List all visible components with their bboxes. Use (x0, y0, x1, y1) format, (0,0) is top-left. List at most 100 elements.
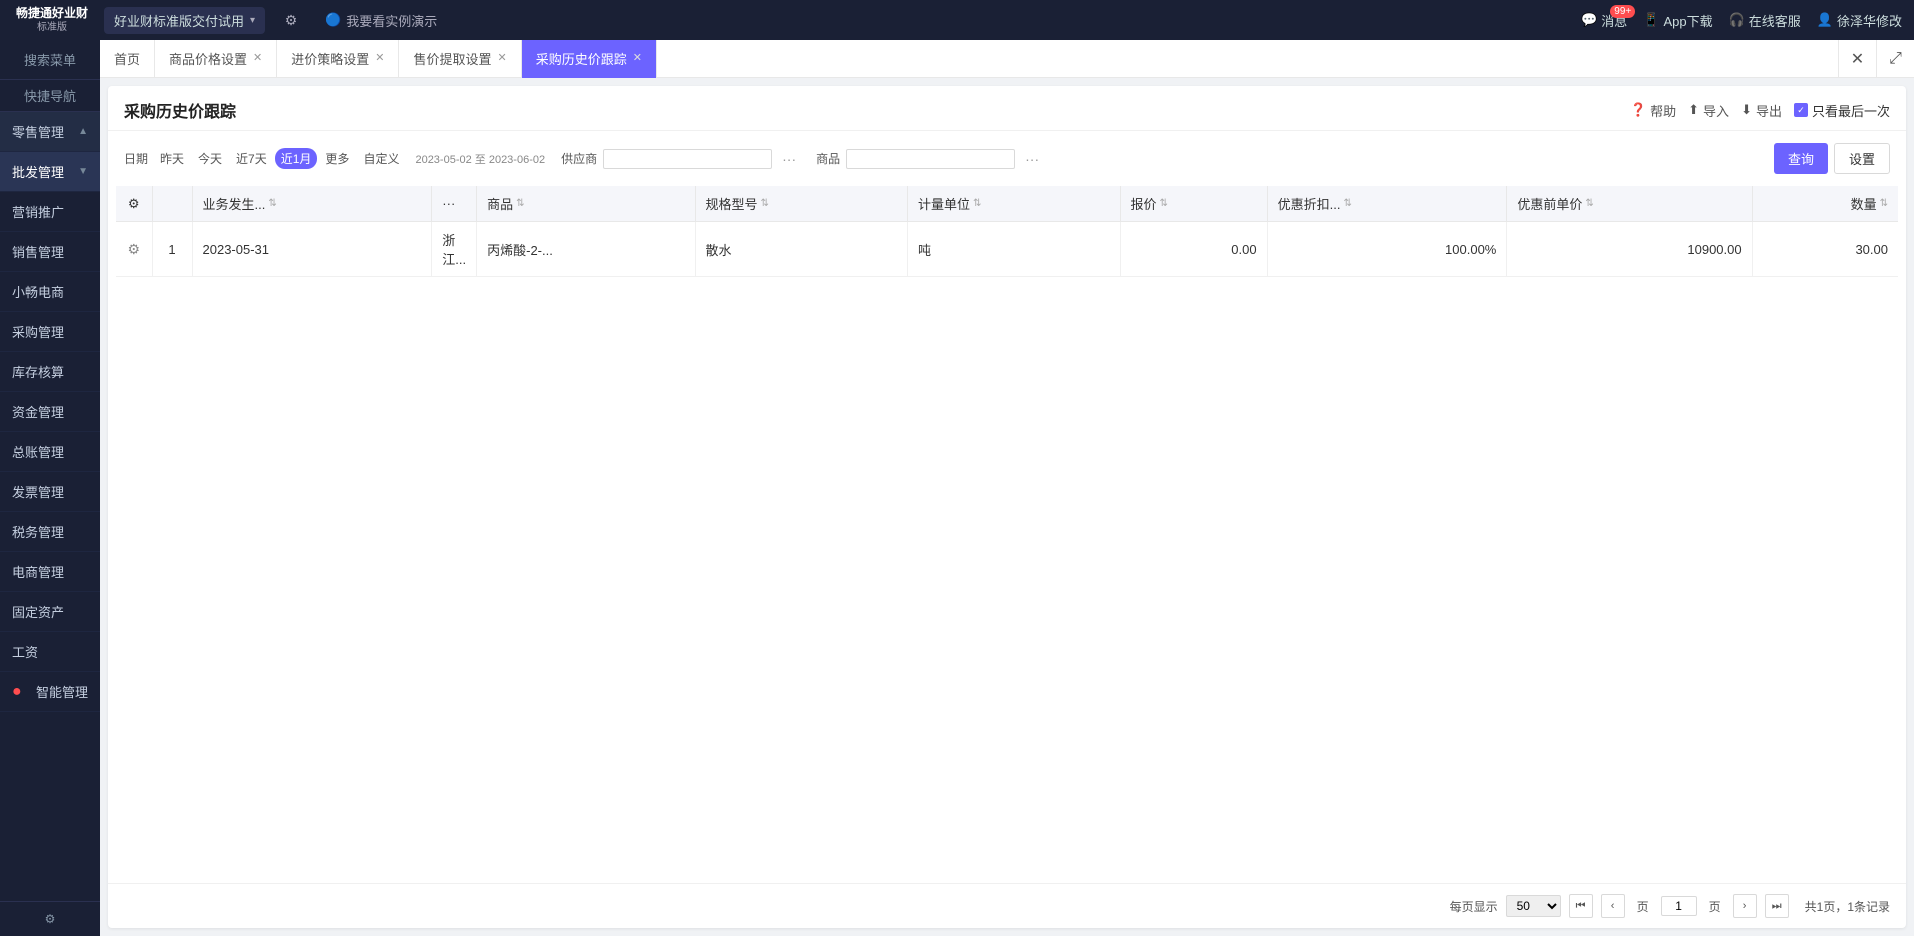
message-badge: 99+ (1610, 5, 1635, 18)
online-service-button[interactable]: 🎧 在线客服 (1729, 11, 1801, 30)
sidebar-item-marketing[interactable]: 营销推广 (0, 192, 100, 232)
tab-close-icon[interactable]: ✕ (498, 53, 507, 64)
page-first-button[interactable]: ⏮ (1569, 894, 1593, 918)
date-opt-last1m[interactable]: 近1月 (275, 148, 318, 169)
sidebar-item-invoice[interactable]: 发票管理 (0, 472, 100, 512)
sidebar-item-label: 库存核算 (12, 362, 64, 381)
col-pre-discount-header[interactable]: 优惠前单价 ⇅ (1507, 186, 1752, 222)
user-button[interactable]: 👤 徐泽华修改 (1817, 11, 1902, 30)
sidebar-item-payroll[interactable]: 工资 (0, 632, 100, 672)
sidebar-item-finance[interactable]: 资金管理 (0, 392, 100, 432)
col-price-header[interactable]: 报价 ⇅ (1120, 186, 1267, 222)
sidebar-item-general-ledger[interactable]: 总账管理 (0, 432, 100, 472)
date-opt-custom[interactable]: 自定义 (357, 148, 405, 169)
sidebar-item-label: 营销推广 (12, 202, 64, 221)
sidebar-quick-nav[interactable]: 快捷导航 (0, 80, 100, 112)
page-number-input[interactable] (1661, 896, 1697, 916)
tab-bar: 首页商品价格设置✕进价策略设置✕售价提取设置✕ 采购历史价跟踪 ✕ ✕ ⤢ (100, 40, 1914, 78)
page-prev-button[interactable]: ‹ (1601, 894, 1625, 918)
checkbox-icon: ✓ (1794, 103, 1808, 117)
sidebar-item-tax[interactable]: 税务管理 (0, 512, 100, 552)
tab-label: 采购历史价跟踪 (536, 49, 627, 68)
row-gear-icon[interactable]: ⚙ (127, 241, 140, 257)
col-discount-pct-header[interactable]: 优惠折扣... ⇅ (1267, 186, 1507, 222)
filter-settings-button[interactable]: 设置 (1834, 143, 1890, 174)
tab-advance-strategy[interactable]: 进价策略设置✕ (277, 40, 399, 78)
supplier-filter-group: 供应商 ··· (561, 149, 800, 169)
tab-home[interactable]: 首页 (100, 40, 155, 78)
page-next-button[interactable]: › (1733, 894, 1757, 918)
gear-settings-icon[interactable]: ⚙ (128, 196, 140, 211)
chevron-down-icon: ▾ (250, 15, 255, 26)
tab-expand-button[interactable]: ⤢ (1876, 40, 1914, 78)
demo-button[interactable]: 🔵 我要看实例演示 (325, 11, 437, 30)
page-title: 采购历史价跟踪 (124, 98, 236, 122)
sidebar-item-smart[interactable]: ●智能管理 (0, 672, 100, 712)
supplier-input[interactable] (610, 152, 765, 166)
import-button[interactable]: ⬆ 导入 (1688, 101, 1729, 120)
main-table: ⚙ 业务发生... ⇅ ··· (116, 186, 1898, 277)
price-sort-icon: ⇅ (1160, 198, 1168, 209)
sidebar-item-ecommerce[interactable]: 电商管理 (0, 552, 100, 592)
message-icon: 💬 (1581, 12, 1597, 28)
sidebar-footer-settings[interactable]: ⚙ (0, 901, 100, 936)
edition-selector[interactable]: 好业财标准版交付试用 ▾ (104, 7, 265, 34)
row-gear[interactable]: ⚙ (116, 222, 152, 277)
col-dots-header[interactable]: ··· (432, 186, 477, 222)
date-opt-today[interactable]: 今天 (192, 148, 228, 169)
sidebar-item-retail[interactable]: 零售管理▲ (0, 112, 100, 152)
sidebar-search[interactable]: 搜索菜单 (0, 40, 100, 80)
supplier-dots-button[interactable]: ··· (778, 151, 800, 167)
goods-dots-button[interactable]: ··· (1021, 151, 1043, 167)
goods-filter-group: 商品 ··· (816, 149, 1043, 169)
date-opt-yesterday[interactable]: 昨天 (154, 148, 190, 169)
unit-sort-icon: ⇅ (973, 198, 981, 209)
table-body: ⚙ 1 2023-05-31 浙江... 丙烯酸-2-... 散水 吨 0.00… (116, 222, 1898, 277)
sidebar-item-sales[interactable]: 销售管理 (0, 232, 100, 272)
date-opt-more[interactable]: 更多 (319, 148, 355, 169)
goods-filter-label: 商品 (816, 150, 840, 167)
tab-close-button[interactable]: ✕ (1838, 40, 1876, 78)
only-last-checkbox[interactable]: ✓ 只看最后一次 (1794, 101, 1890, 120)
sidebar-item-ecommerce-small[interactable]: 小畅电商 (0, 272, 100, 312)
sidebar-item-label: 税务管理 (12, 522, 64, 541)
tab-purchase-history[interactable]: 采购历史价跟踪 ✕ (522, 40, 657, 78)
export-button[interactable]: ⬇ 导出 (1741, 101, 1782, 120)
col-goods-header[interactable]: 商品 ⇅ (477, 186, 695, 222)
online-service-icon: 🎧 (1729, 12, 1745, 28)
sidebar-item-inventory[interactable]: 库存核算 (0, 352, 100, 392)
date-options: 昨天今天近7天近1月更多自定义 (154, 148, 405, 169)
help-button[interactable]: ❓ 帮助 (1630, 101, 1676, 120)
row-goods: 丙烯酸-2-... (477, 222, 695, 277)
date-opt-last7[interactable]: 近7天 (230, 148, 273, 169)
message-button[interactable]: 💬 消息 99+ (1581, 11, 1627, 30)
tab-close-icon[interactable]: ✕ (375, 53, 384, 64)
col-unit-header[interactable]: 计量单位 ⇅ (908, 186, 1121, 222)
page-last-button[interactable]: ⏭ (1765, 894, 1789, 918)
row-date: 2023-05-31 (192, 222, 432, 277)
date-filter-label: 日期 (124, 150, 148, 167)
row-pre-discount-price: 10900.00 (1507, 222, 1752, 277)
app-download-button[interactable]: 📱 App下载 (1643, 11, 1712, 30)
query-button[interactable]: 查询 (1774, 143, 1828, 174)
sidebar-item-purchase[interactable]: 采购管理 (0, 312, 100, 352)
tab-goods-price[interactable]: 商品价格设置✕ (155, 40, 277, 78)
sidebar-item-label: 销售管理 (12, 242, 64, 261)
logo-area: 畅捷通好业财 标准版 (12, 6, 92, 35)
settings-icon-button[interactable]: ⚙ (277, 6, 305, 34)
page-header: 采购历史价跟踪 ❓ 帮助 ⬆ 导入 ⬇ 导出 ✓ (108, 86, 1906, 131)
tab-close-icon[interactable]: ✕ (253, 53, 262, 64)
per-page-select[interactable]: 50 100 200 (1506, 895, 1561, 917)
row-num: 1 (152, 222, 192, 277)
col-date-header[interactable]: 业务发生... ⇅ (192, 186, 432, 222)
goods-input[interactable] (853, 152, 1008, 166)
sidebar-item-fixed-assets[interactable]: 固定资产 (0, 592, 100, 632)
col-spec-header[interactable]: 规格型号 ⇅ (695, 186, 908, 222)
sidebar-item-wholesale[interactable]: 批发管理▼ (0, 152, 100, 192)
tab-sale-extract[interactable]: 售价提取设置✕ (399, 40, 521, 78)
sidebar-item-label: 发票管理 (12, 482, 64, 501)
filter-actions: 查询 设置 (1774, 143, 1890, 174)
sidebar-item-label: 资金管理 (12, 402, 64, 421)
tab-close-icon[interactable]: ✕ (633, 53, 642, 64)
col-quantity-header[interactable]: 数量 ⇅ (1752, 186, 1898, 222)
